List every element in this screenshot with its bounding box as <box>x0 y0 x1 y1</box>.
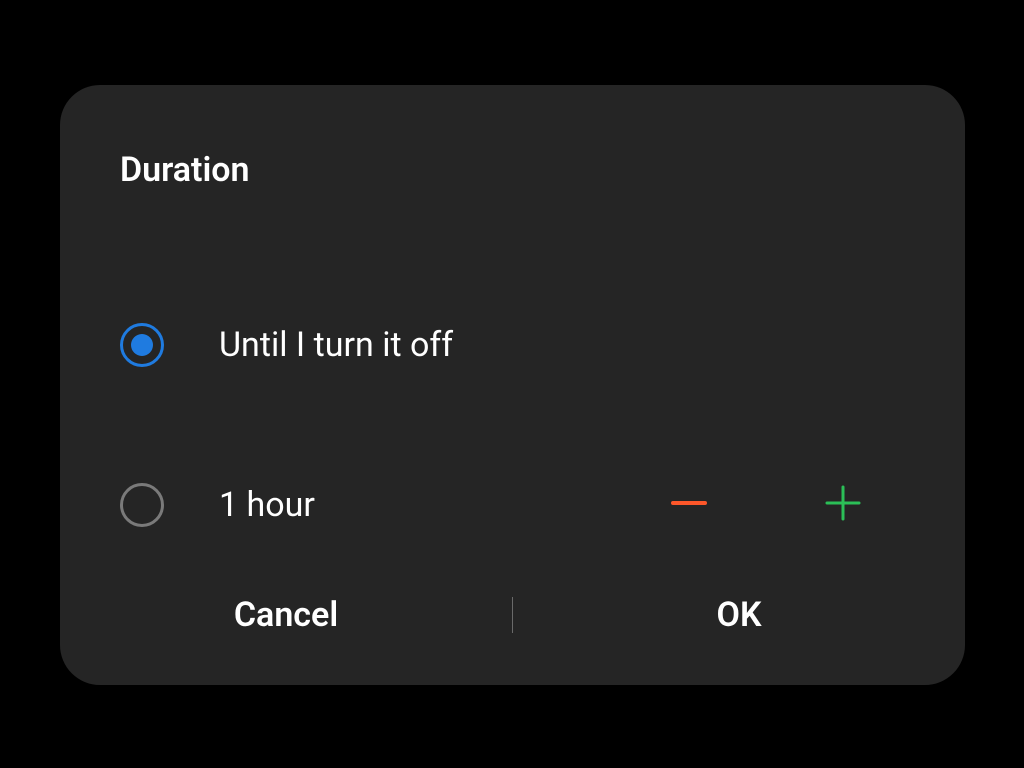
minus-icon <box>667 481 711 529</box>
plus-icon <box>821 481 865 529</box>
ok-button[interactable]: OK <box>513 595 965 635</box>
increase-duration-button[interactable] <box>821 483 865 527</box>
duration-stepper <box>667 483 865 527</box>
duration-dialog: Duration Until I turn it off 1 hour <box>60 85 965 685</box>
radio-selected-icon <box>120 323 164 367</box>
decrease-duration-button[interactable] <box>667 483 711 527</box>
radio-unselected-icon <box>120 483 164 527</box>
option-timed-label: 1 hour <box>219 485 667 525</box>
option-until-off[interactable]: Until I turn it off <box>120 315 905 375</box>
dialog-footer: Cancel OK <box>60 585 965 645</box>
option-until-off-label: Until I turn it off <box>219 325 905 365</box>
option-timed[interactable]: 1 hour <box>120 475 905 535</box>
dialog-title: Duration <box>120 150 250 190</box>
cancel-button[interactable]: Cancel <box>60 595 512 635</box>
